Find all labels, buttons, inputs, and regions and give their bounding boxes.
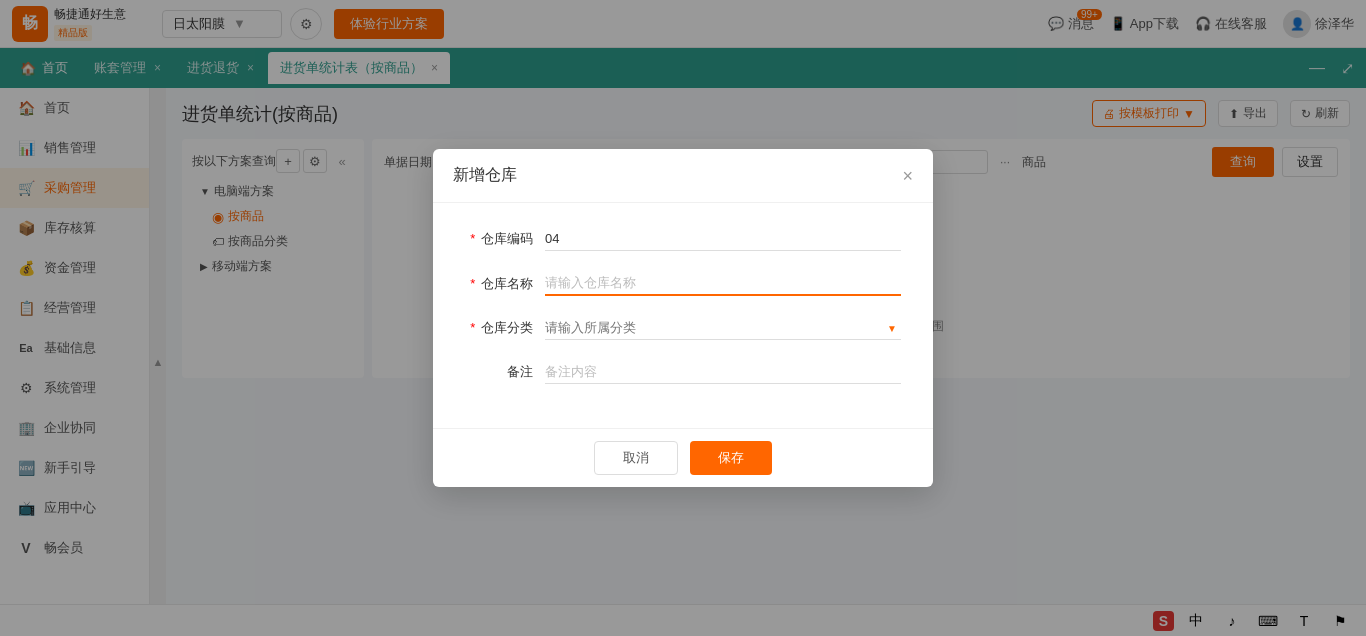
- modal-overlay[interactable]: 新增仓库 × * 仓库编码 04 * 仓库名称: [0, 0, 1366, 636]
- code-label-text: 仓库编码: [481, 231, 533, 246]
- modal-close-button[interactable]: ×: [902, 167, 913, 185]
- form-row-code: * 仓库编码 04: [465, 227, 901, 251]
- category-required-star: *: [470, 320, 475, 335]
- modal-footer: 取消 保存: [433, 428, 933, 487]
- form-row-remark: 备注: [465, 360, 901, 384]
- name-label: * 仓库名称: [465, 275, 545, 293]
- form-row-category: * 仓库分类: [465, 316, 901, 340]
- name-label-text: 仓库名称: [481, 276, 533, 291]
- add-warehouse-modal: 新增仓库 × * 仓库编码 04 * 仓库名称: [433, 149, 933, 487]
- modal-header: 新增仓库 ×: [433, 149, 933, 203]
- modal-title: 新增仓库: [453, 165, 517, 186]
- category-label-text: 仓库分类: [481, 320, 533, 335]
- code-label: * 仓库编码: [465, 230, 545, 248]
- modal-body: * 仓库编码 04 * 仓库名称 * 仓库分类: [433, 203, 933, 428]
- code-required-star: *: [470, 231, 475, 246]
- category-select-wrapper: [545, 316, 901, 340]
- code-value-wrapper: 04: [545, 227, 901, 251]
- remark-label-text: 备注: [507, 364, 533, 379]
- category-select-input[interactable]: [545, 316, 901, 339]
- remark-label: 备注: [465, 363, 545, 381]
- name-required-star: *: [470, 276, 475, 291]
- category-label: * 仓库分类: [465, 319, 545, 337]
- cancel-button[interactable]: 取消: [594, 441, 678, 475]
- warehouse-name-input[interactable]: [545, 271, 901, 296]
- code-value: 04: [545, 231, 559, 246]
- form-row-name: * 仓库名称: [465, 271, 901, 296]
- save-button[interactable]: 保存: [690, 441, 772, 475]
- remark-input[interactable]: [545, 360, 901, 384]
